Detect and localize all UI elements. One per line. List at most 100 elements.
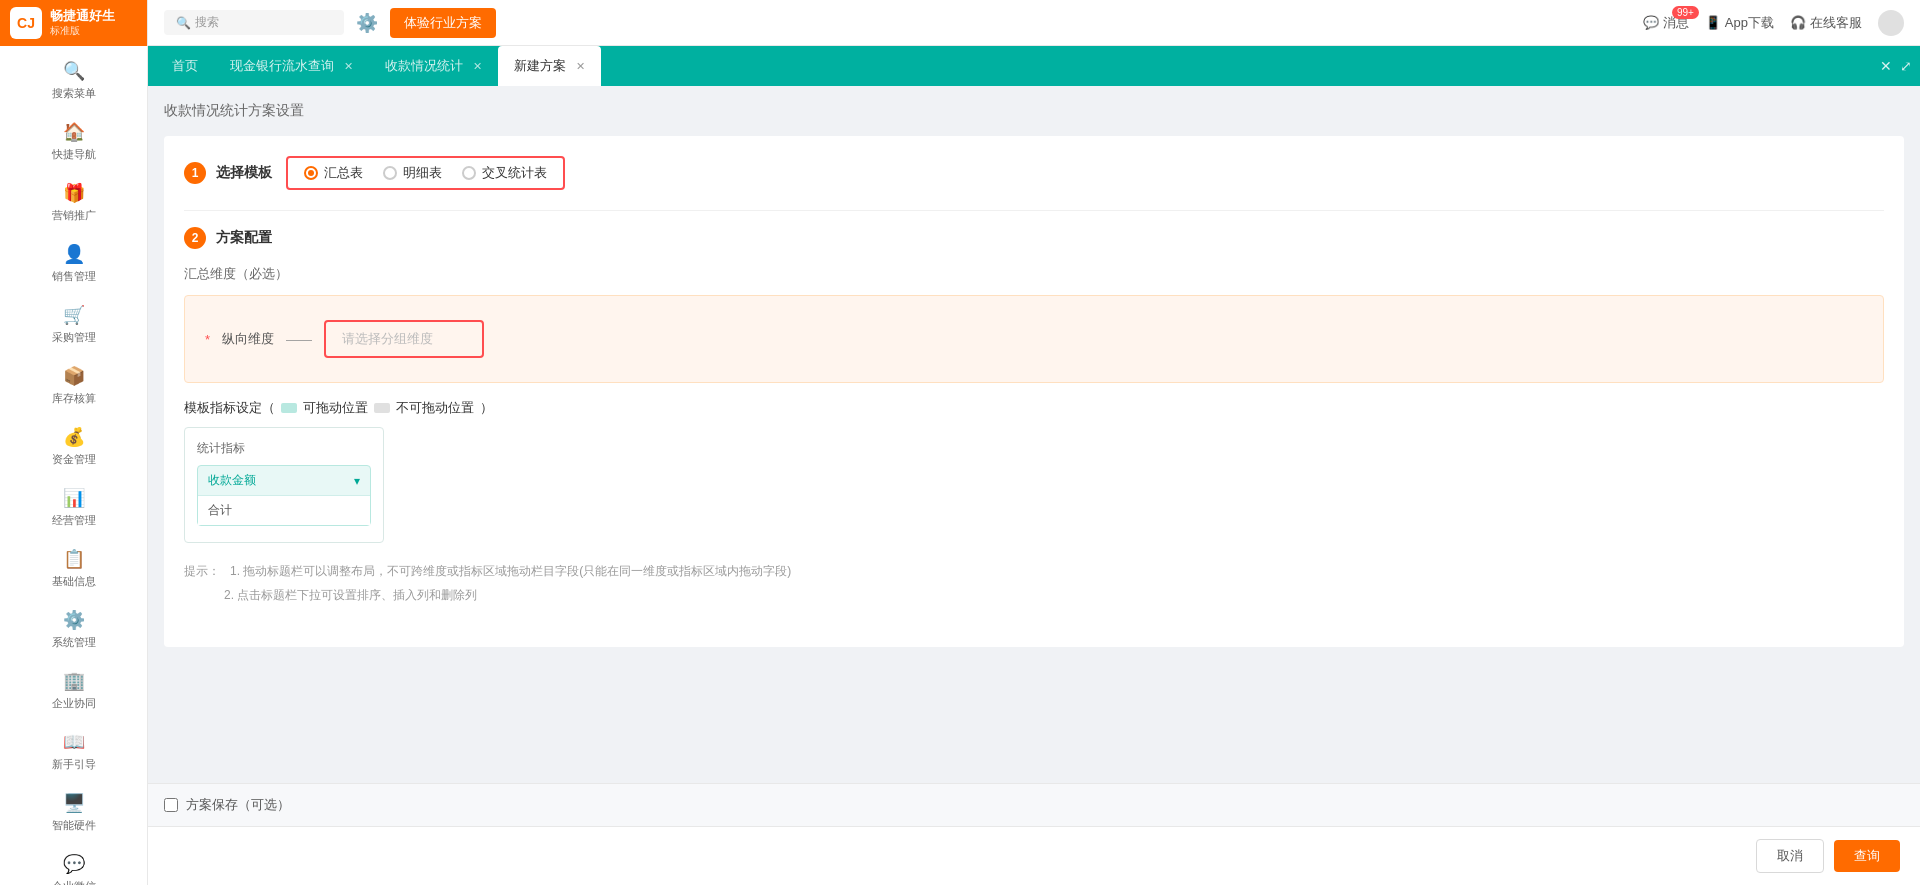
statistics-group-label: 统计指标 xyxy=(197,440,371,457)
save-label: 方案保存（可选） xyxy=(186,796,290,814)
indicator-box: 统计指标 收款金额 ▾ 合计 xyxy=(184,427,384,543)
radio-detail[interactable]: 明细表 xyxy=(383,164,442,182)
tab-bank-label: 现金银行流水查询 xyxy=(230,57,334,75)
logo-area: CJ 畅捷通好生 标准版 xyxy=(0,0,147,46)
radio-summary-label: 汇总表 xyxy=(324,164,363,182)
service-label: 在线客服 xyxy=(1810,14,1862,32)
tab-home[interactable]: 首页 xyxy=(156,46,214,86)
tab-new-close[interactable]: ✕ xyxy=(576,60,585,73)
close-window-icon[interactable]: ✕ xyxy=(1880,58,1892,74)
sidebar-item-operation[interactable]: 📊 经营管理 xyxy=(0,477,147,538)
radio-detail-label: 明细表 xyxy=(403,164,442,182)
tips-section: 提示： 1. 拖动标题栏可以调整布局，不可跨维度或指标区域拖动栏目字段(只能在同… xyxy=(184,559,1884,607)
sidebar-nav: 🔍 搜索菜单 🏠 快捷导航 🎁 营销推广 👤 销售管理 🛒 采购管理 📦 库存核… xyxy=(0,46,147,885)
industry-button[interactable]: 体验行业方案 xyxy=(390,8,496,38)
sidebar-item-finance[interactable]: 💰 资金管理 xyxy=(0,416,147,477)
nav-icon-finance: 💰 xyxy=(63,426,85,448)
sidebar-item-inventory[interactable]: 📦 库存核算 xyxy=(0,355,147,416)
settings-card: 1 选择模板 汇总表 明细表 xyxy=(164,136,1904,647)
indicator-tag-header: 收款金额 ▾ xyxy=(198,466,370,495)
step1-title: 选择模板 xyxy=(216,164,272,182)
radio-summary[interactable]: 汇总表 xyxy=(304,164,363,182)
sidebar-item-hardware[interactable]: 🖥️ 智能硬件 xyxy=(0,782,147,843)
sidebar-item-system[interactable]: ⚙️ 系统管理 xyxy=(0,599,147,660)
indicator-dropdown-icon[interactable]: ▾ xyxy=(354,474,360,488)
dimension-select[interactable]: 请选择分组维度 xyxy=(324,320,484,358)
nav-icon-guide: 📖 xyxy=(63,731,85,753)
sidebar-item-guide[interactable]: 📖 新手引导 xyxy=(0,721,147,782)
nav-icon-marketing: 🎁 xyxy=(63,182,85,204)
sidebar-item-sales[interactable]: 👤 销售管理 xyxy=(0,233,147,294)
search-box[interactable]: 🔍 搜索 xyxy=(164,10,344,35)
tab-bank[interactable]: 现金银行流水查询 ✕ xyxy=(214,46,369,86)
sidebar-item-nav[interactable]: 🏠 快捷导航 xyxy=(0,111,147,172)
tab-receipt-close[interactable]: ✕ xyxy=(473,60,482,73)
logo-icon: CJ xyxy=(10,7,42,39)
bottom-bar: 取消 查询 xyxy=(148,826,1920,885)
maximize-icon[interactable]: ⤢ xyxy=(1900,58,1912,74)
sidebar-item-collab[interactable]: 🏢 企业协同 xyxy=(0,660,147,721)
tab-bank-close[interactable]: ✕ xyxy=(344,60,353,73)
nav-icon-basic: 📋 xyxy=(63,548,85,570)
tips-title: 提示： 1. 拖动标题栏可以调整布局，不可跨维度或指标区域拖动栏目字段(只能在同… xyxy=(184,559,1884,583)
message-button[interactable]: 💬 消息 99+ xyxy=(1643,14,1689,32)
fixed-legend-color xyxy=(374,403,390,413)
nav-icon-search: 🔍 xyxy=(63,60,85,82)
tab-receipt-label: 收款情况统计 xyxy=(385,57,463,75)
nav-label-purchase: 采购管理 xyxy=(52,330,96,345)
top-header: 🔍 搜索 ⚙️ 体验行业方案 💬 消息 99+ 📱 App下载 🎧 在线客服 xyxy=(148,0,1920,46)
indicator-tag[interactable]: 收款金额 ▾ 合计 xyxy=(197,465,371,526)
nav-icon-purchase: 🛒 xyxy=(63,304,85,326)
step1-section: 1 选择模板 汇总表 明细表 xyxy=(184,156,1884,190)
nav-icon-nav: 🏠 xyxy=(63,121,85,143)
search-placeholder: 搜索 xyxy=(195,14,219,31)
radio-cross[interactable]: 交叉统计表 xyxy=(462,164,547,182)
nav-label-guide: 新手引导 xyxy=(52,757,96,772)
settings-button[interactable]: ⚙️ xyxy=(356,12,378,34)
radio-detail-circle xyxy=(383,166,397,180)
nav-icon-system: ⚙️ xyxy=(63,609,85,631)
user-avatar[interactable] xyxy=(1878,10,1904,36)
tab-receipt[interactable]: 收款情况统计 ✕ xyxy=(369,46,498,86)
save-checkbox[interactable] xyxy=(164,798,178,812)
tab-bar: 首页 现金银行流水查询 ✕ 收款情况统计 ✕ 新建方案 ✕ ✕ ⤢ xyxy=(148,46,1920,86)
message-icon: 💬 xyxy=(1643,15,1659,30)
radio-summary-circle xyxy=(304,166,318,180)
sidebar-item-search[interactable]: 🔍 搜索菜单 xyxy=(0,50,147,111)
nav-label-system: 系统管理 xyxy=(52,635,96,650)
logo-text: 畅捷通好生 xyxy=(50,8,115,24)
step1-header: 1 选择模板 汇总表 明细表 xyxy=(184,156,1884,190)
search-icon: 🔍 xyxy=(176,16,191,30)
sidebar-item-marketing[interactable]: 🎁 营销推广 xyxy=(0,172,147,233)
step2-header: 2 方案配置 xyxy=(184,227,1884,249)
dimension-placeholder: 请选择分组维度 xyxy=(342,331,433,346)
tab-bar-actions: ✕ ⤢ xyxy=(1880,58,1912,74)
draggable-label: 可拖动位置 xyxy=(303,399,368,417)
arrow: —— xyxy=(286,332,312,347)
nav-label-operation: 经营管理 xyxy=(52,513,96,528)
indicator-tag-body: 合计 xyxy=(198,495,370,525)
service-button[interactable]: 🎧 在线客服 xyxy=(1790,14,1862,32)
query-button[interactable]: 查询 xyxy=(1834,840,1900,872)
page-title: 收款情况统计方案设置 xyxy=(164,102,1904,120)
save-row: 方案保存（可选） xyxy=(148,783,1920,826)
indicator-tag-sub: 合计 xyxy=(208,503,232,517)
radio-cross-circle xyxy=(462,166,476,180)
cancel-button[interactable]: 取消 xyxy=(1756,839,1824,873)
nav-label-wechat: 企业微信 xyxy=(52,879,96,885)
page-content: 收款情况统计方案设置 1 选择模板 汇总表 xyxy=(148,86,1920,783)
step1-badge: 1 xyxy=(184,162,206,184)
indicator-section: 模板指标设定（ 可拖动位置 不可拖动位置 ） 统计指标 收款金额 xyxy=(184,399,1884,543)
download-button[interactable]: 📱 App下载 xyxy=(1705,14,1774,32)
nav-icon-wechat: 💬 xyxy=(63,853,85,875)
sidebar-item-wechat[interactable]: 💬 企业微信 xyxy=(0,843,147,885)
step2-section: 2 方案配置 汇总维度（必选） * 纵向维度 —— 请选择分组维度 xyxy=(184,227,1884,607)
sidebar-item-basic[interactable]: 📋 基础信息 xyxy=(0,538,147,599)
sidebar-item-purchase[interactable]: 🛒 采购管理 xyxy=(0,294,147,355)
nav-label-collab: 企业协同 xyxy=(52,696,96,711)
step2-title: 方案配置 xyxy=(216,229,272,247)
tip1: 1. 拖动标题栏可以调整布局，不可跨维度或指标区域拖动栏目字段(只能在同一维度或… xyxy=(230,564,791,578)
fixed-label: 不可拖动位置 xyxy=(396,399,474,417)
radio-cross-label: 交叉统计表 xyxy=(482,164,547,182)
tab-new[interactable]: 新建方案 ✕ xyxy=(498,46,601,86)
